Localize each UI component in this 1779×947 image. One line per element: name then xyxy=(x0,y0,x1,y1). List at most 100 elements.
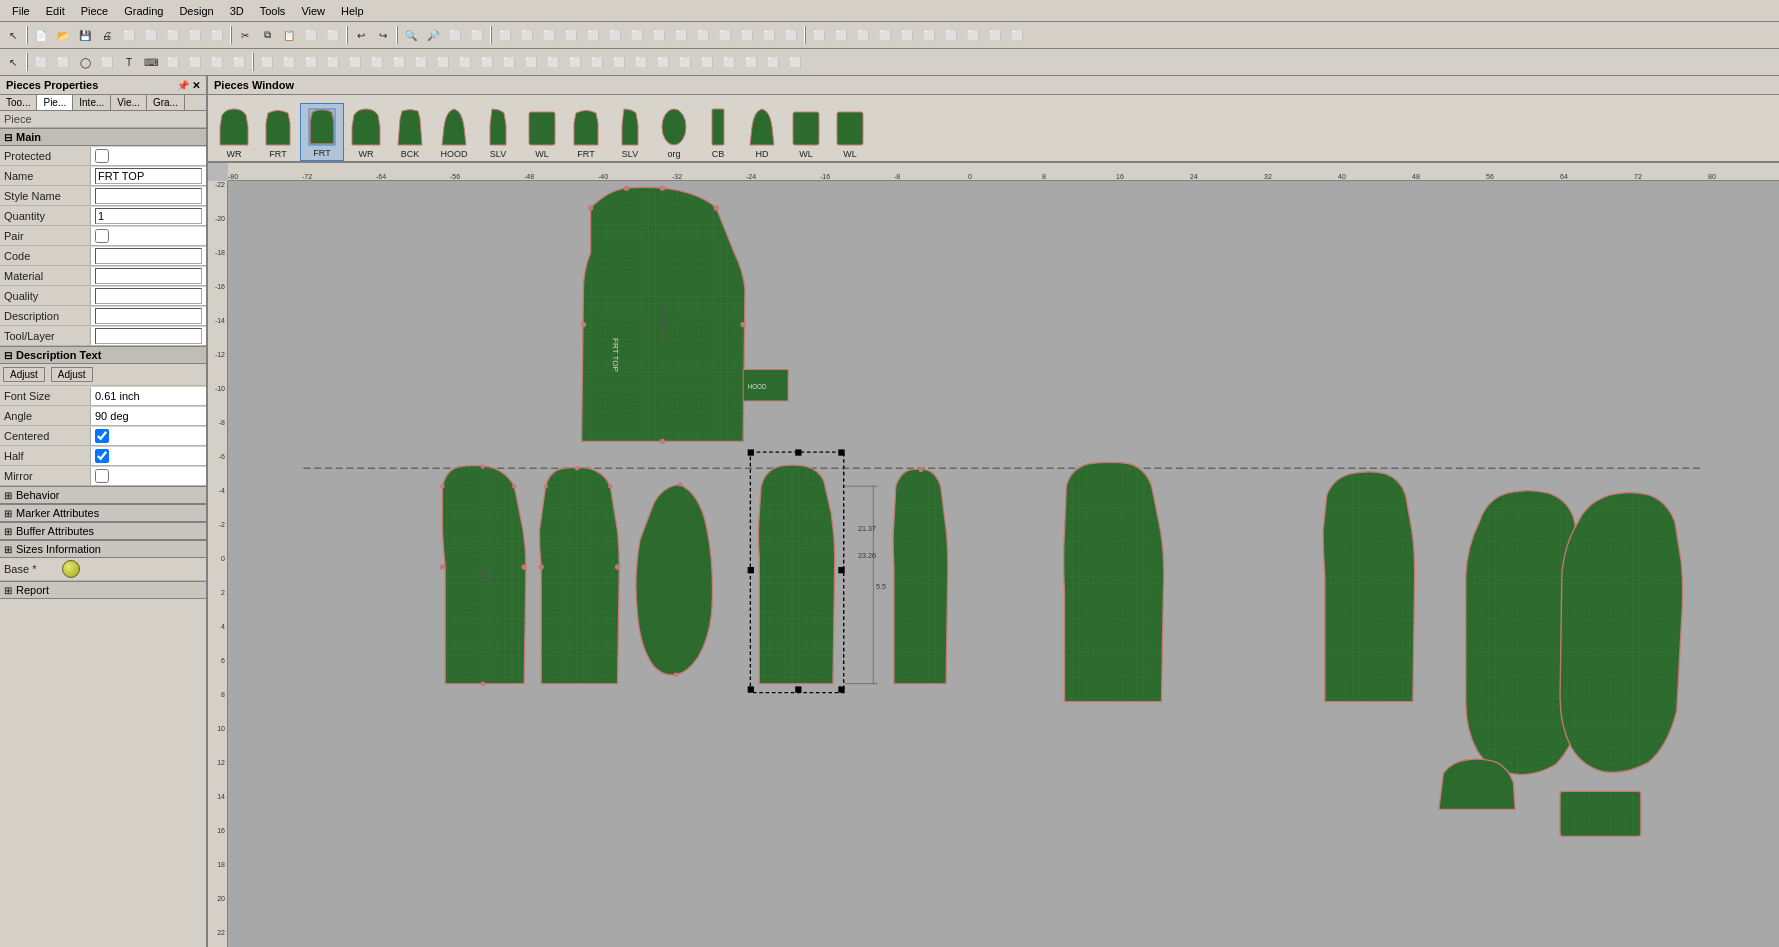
tb2-b32[interactable]: ⬜ xyxy=(697,52,717,72)
tb2-b22[interactable]: ⬜ xyxy=(477,52,497,72)
section-main[interactable]: Main xyxy=(0,128,206,146)
tb-b4[interactable]: ⬜ xyxy=(207,25,227,45)
tb-b7[interactable]: ⬜ xyxy=(445,25,465,45)
thumb-item-wl-13[interactable]: WL xyxy=(784,105,828,161)
tb2-b3[interactable]: ⬜ xyxy=(53,52,73,72)
section-sizes-info[interactable]: Sizes Information xyxy=(0,540,206,558)
tb-b11[interactable]: ⬜ xyxy=(539,25,559,45)
thumb-item-hd-12[interactable]: HD xyxy=(740,105,784,161)
tb2-b25[interactable]: ⬜ xyxy=(543,52,563,72)
menu-edit[interactable]: Edit xyxy=(38,3,73,19)
tb2-b8[interactable]: ⬜ xyxy=(163,52,183,72)
section-marker-attrs[interactable]: Marker Attributes xyxy=(0,504,206,522)
base-circle[interactable] xyxy=(62,560,80,578)
tb-cut[interactable]: ✂ xyxy=(235,25,255,45)
menu-piece[interactable]: Piece xyxy=(73,3,117,19)
tb2-b30[interactable]: ⬜ xyxy=(653,52,673,72)
menu-view[interactable]: View xyxy=(293,3,333,19)
tb-b2[interactable]: ⬜ xyxy=(163,25,183,45)
section-behavior[interactable]: Behavior xyxy=(0,486,206,504)
tb-paste[interactable]: 📋 xyxy=(279,25,299,45)
tb2-b10[interactable]: ⬜ xyxy=(207,52,227,72)
tb-b8[interactable]: ⬜ xyxy=(467,25,487,45)
tb-b26[interactable]: ⬜ xyxy=(875,25,895,45)
tb2-b5[interactable]: ⬜ xyxy=(97,52,117,72)
description-input[interactable] xyxy=(95,308,202,324)
tb2-b21[interactable]: ⬜ xyxy=(455,52,475,72)
canvas[interactable]: FRT TOP HOOD xyxy=(228,181,1779,947)
thumb-item-frt-8[interactable]: FRT xyxy=(564,105,608,161)
tab-vie[interactable]: Vie... xyxy=(111,95,147,110)
piece-frt-lower[interactable] xyxy=(539,466,619,684)
tb-b24[interactable]: ⬜ xyxy=(831,25,851,45)
piece-far-right-1[interactable] xyxy=(1323,472,1415,702)
tb2-b7[interactable]: ⌨ xyxy=(141,52,161,72)
tb2-b20[interactable]: ⬜ xyxy=(433,52,453,72)
tb-new[interactable]: 📄 xyxy=(31,25,51,45)
tb2-b17[interactable]: ⬜ xyxy=(367,52,387,72)
tb2-b31[interactable]: ⬜ xyxy=(675,52,695,72)
tb-b18[interactable]: ⬜ xyxy=(693,25,713,45)
tb2-b19[interactable]: ⬜ xyxy=(411,52,431,72)
tb2-b34[interactable]: ⬜ xyxy=(741,52,761,72)
adjust-btn-1[interactable]: Adjust xyxy=(3,367,45,382)
adjust-btn-2[interactable]: Adjust xyxy=(51,367,93,382)
material-input[interactable] xyxy=(95,268,202,284)
thumb-item-wl-7[interactable]: WL xyxy=(520,105,564,161)
tb-b1[interactable]: ⬜ xyxy=(141,25,161,45)
tab-pie[interactable]: Pie... xyxy=(37,95,73,110)
tb2-b18[interactable]: ⬜ xyxy=(389,52,409,72)
tb2-b13[interactable]: ⬜ xyxy=(279,52,299,72)
tb-b20[interactable]: ⬜ xyxy=(737,25,757,45)
tb-b29[interactable]: ⬜ xyxy=(941,25,961,45)
piece-very-far-right[interactable] xyxy=(1560,492,1683,772)
tb-print[interactable]: 🖨 xyxy=(97,25,117,45)
thumb-item-slv-9[interactable]: SLV xyxy=(608,105,652,161)
thumb-item-wr-3[interactable]: WR xyxy=(344,105,388,161)
canvas-area[interactable]: -80-72-64-56-48-40-32-24-16-808162432404… xyxy=(208,163,1779,947)
menu-3d[interactable]: 3D xyxy=(222,3,252,19)
tb-b28[interactable]: ⬜ xyxy=(919,25,939,45)
tb-b27[interactable]: ⬜ xyxy=(897,25,917,45)
menu-help[interactable]: Help xyxy=(333,3,372,19)
protected-checkbox[interactable] xyxy=(95,149,109,163)
centered-checkbox[interactable] xyxy=(95,429,109,443)
thumb-item-slv-6[interactable]: SLV xyxy=(476,105,520,161)
tb-save[interactable]: 💾 xyxy=(75,25,95,45)
tb-b15[interactable]: ⬜ xyxy=(627,25,647,45)
tb2-b1[interactable]: ↖ xyxy=(3,52,23,72)
menu-design[interactable]: Design xyxy=(171,3,221,19)
section-buffer-attrs[interactable]: Buffer Attributes xyxy=(0,522,206,540)
tb-b9[interactable]: ⬜ xyxy=(495,25,515,45)
piece-slv-curve[interactable] xyxy=(636,482,713,677)
tb-b6[interactable]: ⬜ xyxy=(323,25,343,45)
tb-b31[interactable]: ⬜ xyxy=(985,25,1005,45)
thumb-item-frt-2[interactable]: FRT xyxy=(300,103,344,161)
half-checkbox[interactable] xyxy=(95,449,109,463)
tb2-b6[interactable]: T xyxy=(119,52,139,72)
piece-frt-top[interactable]: FRT TOP xyxy=(581,185,746,444)
tb2-b4[interactable]: ◯ xyxy=(75,52,95,72)
tb2-b29[interactable]: ⬜ xyxy=(631,52,651,72)
tb-b17[interactable]: ⬜ xyxy=(671,25,691,45)
tb-b12[interactable]: ⬜ xyxy=(561,25,581,45)
thumb-item-hood-5[interactable]: HOOD xyxy=(432,105,476,161)
panel-pin[interactable]: 📌 ✕ xyxy=(177,80,200,91)
thumb-item-org-10[interactable]: org xyxy=(652,105,696,161)
tb-copy[interactable]: ⧉ xyxy=(257,25,277,45)
tb-b21[interactable]: ⬜ xyxy=(759,25,779,45)
tb2-b9[interactable]: ⬜ xyxy=(185,52,205,72)
tb-zoomin[interactable]: 🔍 xyxy=(401,25,421,45)
menu-grading[interactable]: Grading xyxy=(116,3,171,19)
tb-print2[interactable]: ⬜ xyxy=(119,25,139,45)
piece-patch[interactable] xyxy=(1439,759,1515,809)
thumb-item-bck-4[interactable]: BCK xyxy=(388,105,432,161)
tb2-b35[interactable]: ⬜ xyxy=(763,52,783,72)
tb2-b27[interactable]: ⬜ xyxy=(587,52,607,72)
tb2-b23[interactable]: ⬜ xyxy=(499,52,519,72)
menu-file[interactable]: File xyxy=(4,3,38,19)
tab-gra[interactable]: Gra... xyxy=(147,95,185,110)
tool-layer-input[interactable] xyxy=(95,328,202,344)
tb2-b28[interactable]: ⬜ xyxy=(609,52,629,72)
piece-selected[interactable]: 21.37 23.26 5.5 xyxy=(748,449,886,692)
